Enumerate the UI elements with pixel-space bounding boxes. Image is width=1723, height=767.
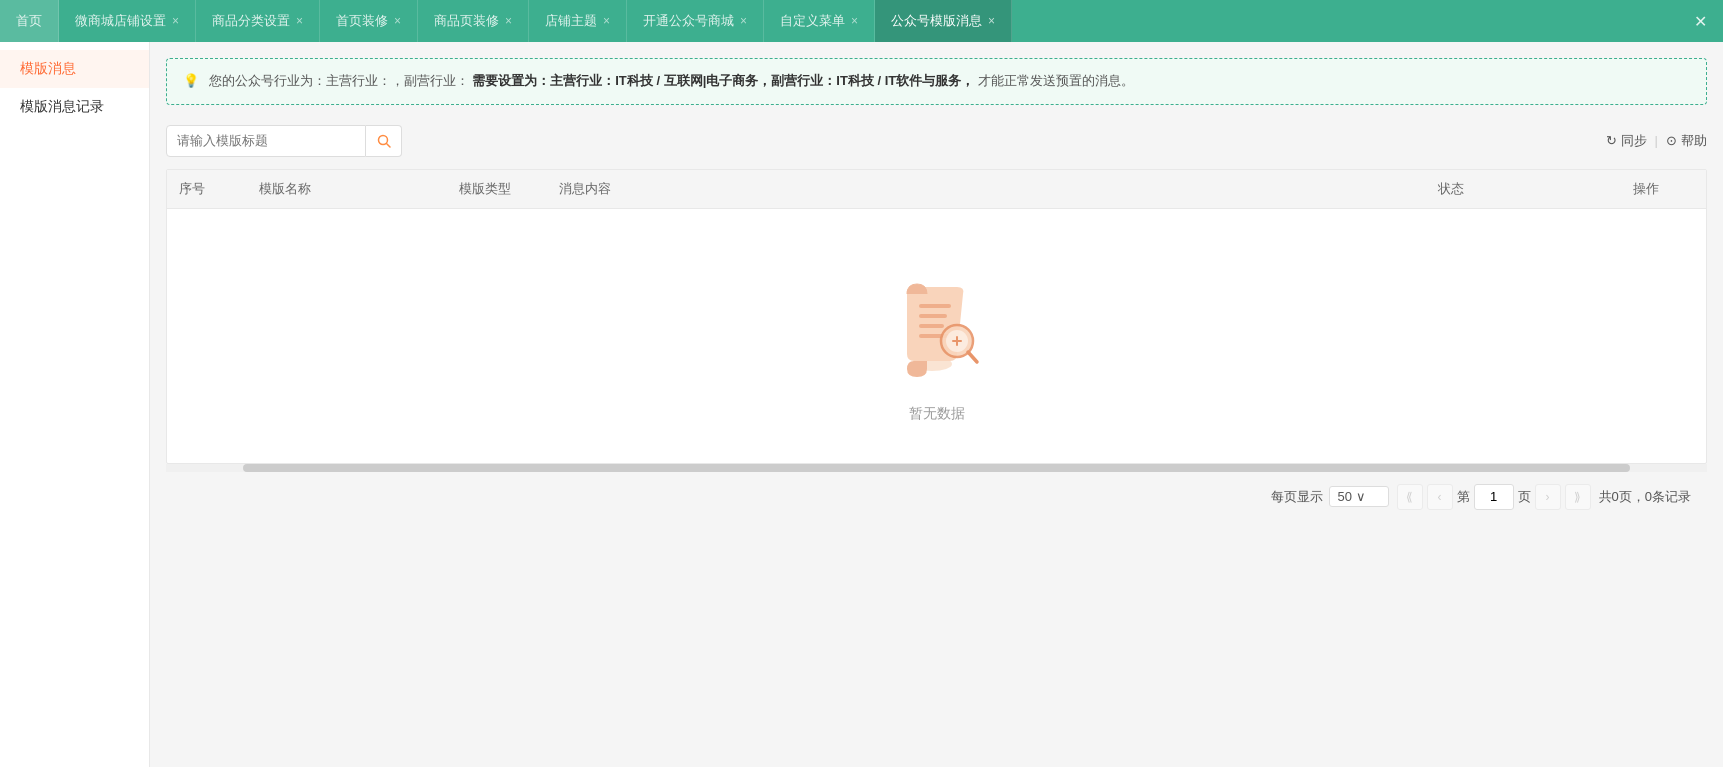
- col-header-type: 模版类型: [447, 170, 547, 208]
- nav-tab-home-label: 首页: [16, 12, 42, 30]
- search-right: ↻ 同步 | ⊙ 帮助: [1606, 132, 1707, 150]
- close-category-icon[interactable]: ×: [296, 14, 303, 28]
- svg-rect-4: [919, 314, 947, 318]
- nav-tab-home[interactable]: 首页: [0, 0, 59, 42]
- empty-illustration: [877, 269, 997, 389]
- nav-tab-category[interactable]: 商品分类设置 ×: [196, 0, 320, 42]
- main-layout: 模版消息 模版消息记录 💡 您的公众号行业为：主营行业：，副营行业： 需要设置为…: [0, 42, 1723, 767]
- search-left: [166, 125, 402, 157]
- nav-tab-category-label: 商品分类设置: [212, 12, 290, 30]
- top-nav: 首页 微商城店铺设置 × 商品分类设置 × 首页装修 × 商品页装修 × 店铺主…: [0, 0, 1723, 42]
- notice-icon: 💡: [183, 73, 199, 88]
- chevron-down-icon: ∨: [1356, 489, 1366, 504]
- help-circle-icon: ⊙: [1666, 133, 1677, 148]
- close-open-mall-icon[interactable]: ×: [740, 14, 747, 28]
- notice-prefix: 您的公众号行业为：主营行业：，副营行业：: [209, 73, 469, 88]
- last-page-button[interactable]: ⟫: [1565, 484, 1591, 510]
- nav-tab-store-settings-label: 微商城店铺设置: [75, 12, 166, 30]
- page-label: 第: [1457, 488, 1470, 506]
- help-button[interactable]: ⊙ 帮助: [1666, 132, 1707, 150]
- sync-label: 同步: [1621, 132, 1647, 150]
- svg-rect-5: [919, 324, 944, 328]
- search-icon: [377, 134, 391, 148]
- nav-tab-product-decor-label: 商品页装修: [434, 12, 499, 30]
- svg-line-9: [968, 352, 977, 362]
- table-header: 序号 模版名称 模版类型 消息内容 状态 操作: [167, 170, 1706, 209]
- horizontal-scrollbar[interactable]: [166, 464, 1707, 472]
- page-size-dropdown[interactable]: 50 ∨: [1329, 486, 1389, 507]
- nav-tab-open-mall-label: 开通公众号商城: [643, 12, 734, 30]
- sidebar-item-template-msg-label: 模版消息: [20, 60, 76, 76]
- svg-line-1: [386, 143, 390, 147]
- data-table: 序号 模版名称 模版类型 消息内容 状态 操作: [166, 169, 1707, 464]
- notice-box: 💡 您的公众号行业为：主营行业：，副营行业： 需要设置为：主营行业：IT科技 /…: [166, 58, 1707, 105]
- sync-button[interactable]: ↻ 同步: [1606, 132, 1647, 150]
- pagination: 每页显示 50 ∨ ⟪ ‹ 第 页 › ⟫ 共0页，0条记录: [166, 472, 1707, 522]
- prev-page-button[interactable]: ‹: [1427, 484, 1453, 510]
- help-label: 帮助: [1681, 132, 1707, 150]
- first-page-button[interactable]: ⟪: [1397, 484, 1423, 510]
- main-content: 💡 您的公众号行业为：主营行业：，副营行业： 需要设置为：主营行业：IT科技 /…: [150, 42, 1723, 767]
- nav-tab-product-decor[interactable]: 商品页装修 ×: [418, 0, 529, 42]
- scroll-thumb[interactable]: [243, 464, 1630, 472]
- col-header-status: 状态: [1426, 170, 1586, 208]
- sidebar-item-template-record-label: 模版消息记录: [20, 98, 104, 114]
- nav-tab-template-msg[interactable]: 公众号模版消息 ×: [875, 0, 1012, 42]
- col-header-seq: 序号: [167, 170, 247, 208]
- empty-text: 暂无数据: [909, 405, 965, 423]
- next-page-button[interactable]: ›: [1535, 484, 1561, 510]
- page-unit: 页: [1518, 488, 1531, 506]
- nav-tab-theme-label: 店铺主题: [545, 12, 597, 30]
- page-size-selector: 每页显示 50 ∨: [1271, 486, 1389, 507]
- close-store-settings-icon[interactable]: ×: [172, 14, 179, 28]
- col-header-content: 消息内容: [547, 170, 1426, 208]
- sidebar-item-template-msg[interactable]: 模版消息: [0, 50, 149, 88]
- nav-tab-open-mall[interactable]: 开通公众号商城 ×: [627, 0, 764, 42]
- nav-tab-template-msg-label: 公众号模版消息: [891, 12, 982, 30]
- page-size-label: 每页显示: [1271, 488, 1323, 506]
- col-header-action: 操作: [1586, 170, 1706, 208]
- nav-tab-store-settings[interactable]: 微商城店铺设置 ×: [59, 0, 196, 42]
- notice-suffix: 才能正常发送预置的消息。: [978, 73, 1134, 88]
- page-navigation: ⟪ ‹ 第 页 › ⟫: [1397, 484, 1591, 510]
- search-input[interactable]: [166, 125, 366, 157]
- close-theme-icon[interactable]: ×: [603, 14, 610, 28]
- nav-tab-custom-menu-label: 自定义菜单: [780, 12, 845, 30]
- global-close-button[interactable]: ✕: [1678, 0, 1723, 42]
- svg-rect-3: [919, 304, 951, 308]
- nav-tab-theme[interactable]: 店铺主题 ×: [529, 0, 627, 42]
- sidebar: 模版消息 模版消息记录: [0, 42, 150, 767]
- close-custom-menu-icon[interactable]: ×: [851, 14, 858, 28]
- close-product-decor-icon[interactable]: ×: [505, 14, 512, 28]
- search-bar: ↻ 同步 | ⊙ 帮助: [166, 125, 1707, 157]
- page-size-value: 50: [1338, 489, 1352, 504]
- notice-highlight: 需要设置为：主营行业：IT科技 / 互联网|电子商务，副营行业：IT科技 / I…: [472, 73, 974, 88]
- total-info: 共0页，0条记录: [1599, 488, 1691, 506]
- nav-tab-custom-menu[interactable]: 自定义菜单 ×: [764, 0, 875, 42]
- close-home-decor-icon[interactable]: ×: [394, 14, 401, 28]
- sidebar-item-template-record[interactable]: 模版消息记录: [0, 88, 149, 126]
- divider: |: [1655, 133, 1658, 148]
- global-close-icon: ✕: [1694, 12, 1707, 31]
- search-button[interactable]: [366, 125, 402, 157]
- page-number-input[interactable]: [1474, 484, 1514, 510]
- nav-tab-home-decor[interactable]: 首页装修 ×: [320, 0, 418, 42]
- nav-tab-home-decor-label: 首页装修: [336, 12, 388, 30]
- col-header-name: 模版名称: [247, 170, 447, 208]
- close-template-msg-icon[interactable]: ×: [988, 14, 995, 28]
- empty-state: 暂无数据: [167, 209, 1706, 463]
- sync-icon: ↻: [1606, 133, 1617, 148]
